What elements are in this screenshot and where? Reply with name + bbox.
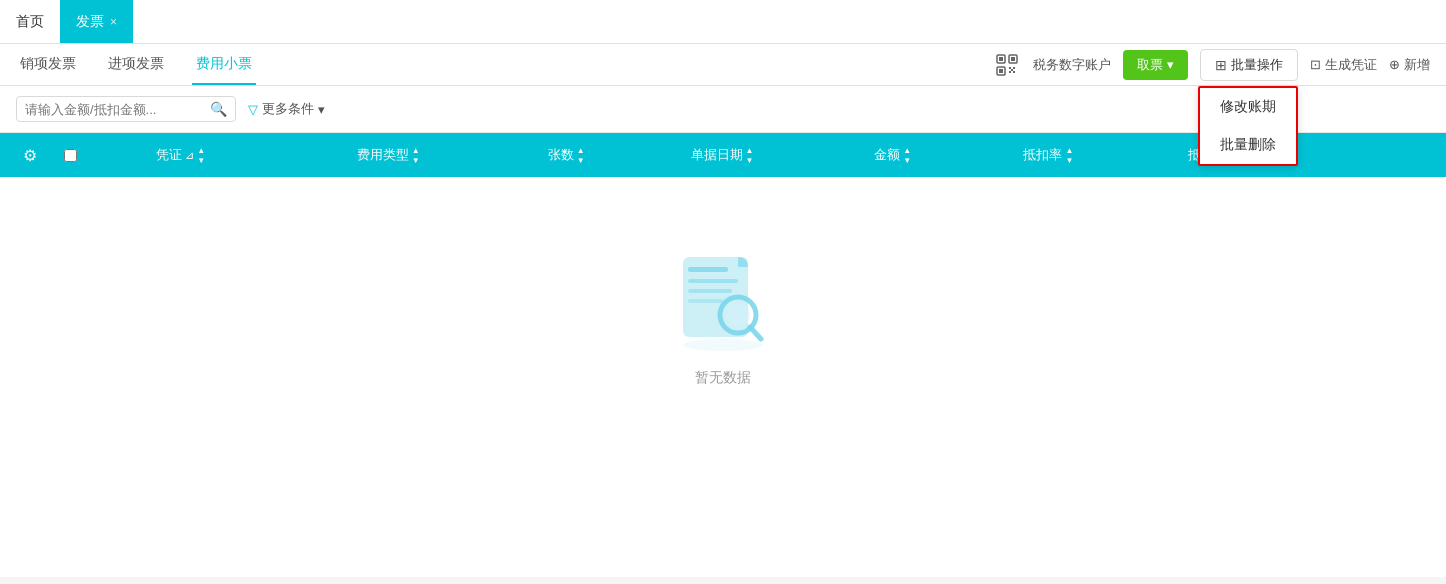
add-new-icon: ⊕ [1389, 57, 1400, 72]
generate-voucher-label: 生成凭证 [1325, 56, 1377, 74]
add-new-button[interactable]: ⊕ 新增 [1389, 56, 1430, 74]
filter-icon: ▽ [248, 102, 258, 117]
sub-tabs-right: 税务数字账户 取票 ▾ ⊞ 批量操作 修改账期 批量删除 ⊡ 生成凭证 ⊕ 新增 [993, 49, 1430, 81]
sub-tabs-bar: 销项发票 进项发票 费用小票 税务数字账户 取票 ▾ [0, 44, 1446, 86]
generate-voucher-icon: ⊡ [1310, 57, 1321, 72]
th-voucher-filter-icon[interactable]: ⊿ [185, 149, 194, 162]
svg-line-19 [750, 327, 761, 339]
th-deduct-rate-label: 抵扣率 [1023, 146, 1062, 164]
svg-rect-15 [688, 289, 732, 293]
th-settings[interactable]: ⚙ [8, 146, 52, 165]
th-checkbox[interactable] [52, 149, 88, 162]
invoice-tab[interactable]: 发票 × [60, 0, 133, 43]
th-expense-type-sort[interactable]: ▲▼ [412, 146, 420, 165]
dropdown-item-modify-period[interactable]: 修改账期 [1200, 88, 1296, 126]
tab-input[interactable]: 进项发票 [104, 44, 168, 85]
th-date-sort[interactable]: ▲▼ [746, 146, 754, 165]
more-conditions-label: 更多条件 [262, 100, 314, 118]
batch-op-dropdown: 修改账期 批量删除 [1198, 86, 1298, 166]
take-ticket-button[interactable]: 取票 ▾ [1123, 50, 1188, 80]
invoice-tab-close[interactable]: × [110, 15, 117, 29]
th-amount-sort[interactable]: ▲▼ [903, 146, 911, 165]
invoice-tab-label: 发票 [76, 13, 104, 31]
svg-rect-7 [1013, 67, 1015, 69]
qrcode-icon[interactable] [993, 51, 1021, 79]
th-count-sort[interactable]: ▲▼ [577, 146, 585, 165]
svg-rect-13 [688, 267, 728, 272]
th-expense-type[interactable]: 费用类型 ▲▼ [273, 146, 503, 165]
th-date-label: 单据日期 [691, 146, 743, 164]
svg-rect-6 [1009, 67, 1011, 69]
search-input-wrap: 🔍 [16, 96, 236, 122]
settings-gear-icon[interactable]: ⚙ [23, 146, 37, 165]
empty-state: 暂无数据 [0, 177, 1446, 427]
more-conditions-chevron: ▾ [318, 102, 325, 117]
th-expense-type-label: 费用类型 [357, 146, 409, 164]
tab-sales[interactable]: 销项发票 [16, 44, 80, 85]
search-input[interactable] [25, 102, 210, 117]
th-voucher-label: 凭证 [156, 146, 182, 164]
top-nav: 首页 发票 × [0, 0, 1446, 44]
main-content: 暂无数据 [0, 177, 1446, 577]
svg-point-11 [683, 339, 763, 351]
search-icon[interactable]: 🔍 [210, 101, 227, 117]
th-date[interactable]: 单据日期 ▲▼ [629, 146, 814, 165]
take-ticket-label: 取票 [1137, 56, 1163, 74]
svg-point-18 [726, 303, 750, 327]
batch-op-button[interactable]: ⊞ 批量操作 修改账期 批量删除 [1200, 49, 1298, 81]
svg-rect-9 [1013, 71, 1015, 73]
svg-rect-3 [1011, 57, 1015, 61]
svg-rect-5 [999, 69, 1003, 73]
th-voucher-sort[interactable]: ▲▼ [197, 146, 205, 165]
svg-rect-14 [688, 279, 738, 283]
home-tab[interactable]: 首页 [0, 0, 60, 43]
th-count-label: 张数 [548, 146, 574, 164]
empty-illustration [663, 237, 783, 357]
add-new-label: 新增 [1404, 56, 1430, 74]
tax-digital-button[interactable]: 税务数字账户 [1033, 56, 1111, 74]
generate-voucher-button[interactable]: ⊡ 生成凭证 [1310, 56, 1377, 74]
svg-rect-1 [999, 57, 1003, 61]
th-count[interactable]: 张数 ▲▼ [503, 146, 629, 165]
th-amount[interactable]: 金额 ▲▼ [815, 146, 971, 165]
svg-rect-8 [1009, 71, 1011, 73]
batch-op-icon: ⊞ [1215, 57, 1227, 73]
batch-op-label: 批量操作 [1231, 56, 1283, 74]
th-voucher[interactable]: 凭证 ⊿ ▲▼ [88, 146, 273, 165]
select-all-checkbox[interactable] [64, 149, 77, 162]
svg-rect-10 [1011, 69, 1013, 71]
take-ticket-chevron: ▾ [1167, 57, 1174, 72]
dropdown-item-batch-delete[interactable]: 批量删除 [1200, 126, 1296, 164]
more-conditions-button[interactable]: ▽ 更多条件 ▾ [248, 100, 325, 118]
tab-expense[interactable]: 费用小票 [192, 44, 256, 85]
th-amount-label: 金额 [874, 146, 900, 164]
sub-tabs-left: 销项发票 进项发票 费用小票 [16, 44, 256, 85]
th-deduct-rate-sort[interactable]: ▲▼ [1065, 146, 1073, 165]
th-deduct-rate[interactable]: 抵扣率 ▲▼ [971, 146, 1127, 165]
svg-rect-16 [688, 299, 723, 303]
empty-state-text: 暂无数据 [695, 369, 751, 387]
